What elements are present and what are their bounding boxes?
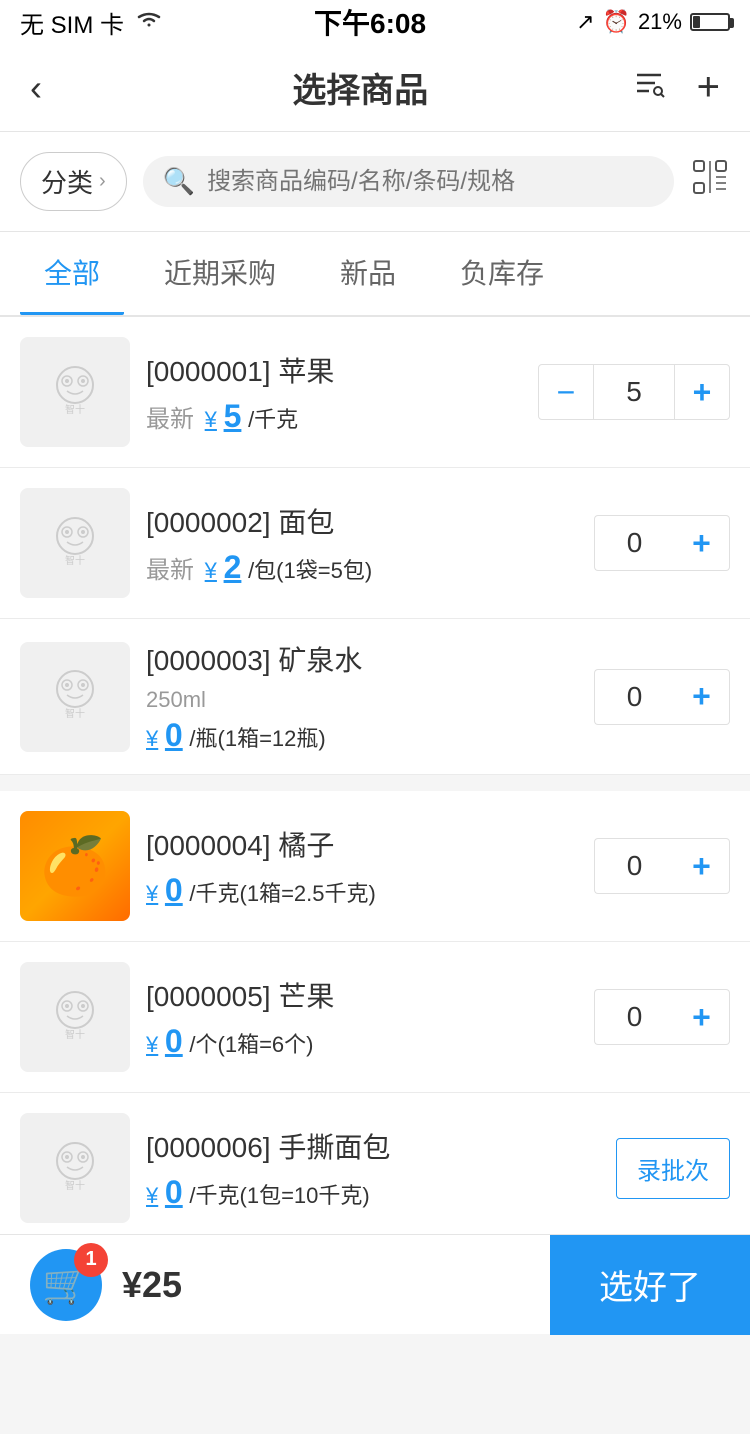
search-box: 🔍 [143,156,674,207]
placeholder-icon: 智十 [45,661,105,732]
product-info-p5: [0000005] 芒果 ¥ 0 /个(1箱=6个) [146,975,578,1060]
confirm-button[interactable]: 选好了 [550,1235,750,1335]
category-label: 分类 [41,163,93,200]
add-button[interactable]: + [697,65,720,110]
svg-text:智十: 智十 [65,554,85,567]
quantity-display: 0 [594,989,674,1045]
status-right: ↗ ⏰ 21% [576,9,730,35]
placeholder-icon: 智十 [45,982,105,1053]
svg-text:智十: 智十 [65,403,85,416]
tab-recent[interactable]: 近期采购 [140,232,300,315]
product-info-p6: [0000006] 手撕面包 ¥ 0 /千克(1包=10千克) [146,1126,600,1211]
quantity-input[interactable] [594,364,674,420]
battery-text: 21% [638,9,682,35]
product-image-p3: 智十 [20,642,130,752]
increment-button[interactable]: + [674,838,730,894]
cart-badge: 1 [74,1243,108,1277]
tab-recent-label: 近期采购 [164,258,276,289]
product-image-p5: 智十 [20,962,130,1072]
page-title: 选择商品 [292,63,428,112]
product-image-p1: 智十 [20,337,130,447]
product-price: 最新 ¥ 2 /包(1袋=5包) [146,549,578,586]
svg-text:智十: 智十 [65,707,85,720]
quantity-control-p4: 0 + [594,838,730,894]
product-info-p3: [0000003] 矿泉水 250ml ¥ 0 /瓶(1箱=12瓶) [146,639,578,754]
product-info-p4: [0000004] 橘子 ¥ 0 /千克(1箱=2.5千克) [146,824,578,909]
product-spec: 250ml [146,687,578,713]
product-price: 最新 ¥ 5 /千克 [146,398,522,435]
back-button[interactable]: ‹ [30,67,90,109]
status-bar: 无 SIM 卡 下午6:08 ↗ ⏰ 21% [0,0,750,44]
section-divider [0,775,750,791]
product-price: ¥ 0 /个(1箱=6个) [146,1023,578,1060]
svg-text:智十: 智十 [65,1028,85,1041]
tab-all[interactable]: 全部 [20,232,124,315]
battery-icon [690,13,730,31]
tab-new-label: 新品 [340,258,396,289]
product-price: ¥ 0 /千克(1包=10千克) [146,1174,600,1211]
quantity-control-p3: 0 + [594,669,730,725]
tab-new[interactable]: 新品 [316,232,420,315]
cart-area: 🛒 1 ¥25 [0,1249,550,1321]
increment-button[interactable]: + [674,989,730,1045]
increment-button[interactable]: + [674,515,730,571]
nav-bar: ‹ 选择商品 + [0,44,750,132]
product-price: ¥ 0 /千克(1箱=2.5千克) [146,872,578,909]
batch-button[interactable]: 录批次 [616,1138,730,1199]
list-item: 智十 [0000001] 苹果 最新 ¥ 5 /千克 − + [0,317,750,468]
product-name: [0000003] 矿泉水 [146,639,578,679]
list-item: 智十 [0000003] 矿泉水 250ml ¥ 0 /瓶(1箱=12瓶) 0 … [0,619,750,775]
status-time: 下午6:08 [314,2,426,42]
search-icon: 🔍 [163,166,195,197]
location-icon: ↗ [576,9,594,35]
quantity-display: 0 [594,669,674,725]
product-name: [0000006] 手撕面包 [146,1126,600,1166]
cart-total: ¥25 [122,1264,182,1306]
placeholder-icon: 智十 [45,357,105,428]
placeholder-icon: 智十 [45,508,105,579]
list-item: 智十 [0000006] 手撕面包 ¥ 0 /千克(1包=10千克) 录批次 [0,1093,750,1244]
product-name: [0000001] 苹果 [146,350,522,390]
svg-text:智十: 智十 [65,1179,85,1192]
list-item: 智十 [0000002] 面包 最新 ¥ 2 /包(1袋=5包) 0 + [0,468,750,619]
quantity-control-p2: 0 + [594,515,730,571]
product-name: [0000004] 橘子 [146,824,578,864]
product-image-p2: 智十 [20,488,130,598]
tab-negative-label: 负库存 [460,258,544,289]
filter-icon[interactable] [631,65,667,110]
status-left: 无 SIM 卡 [20,5,164,40]
product-price: ¥ 0 /瓶(1箱=12瓶) [146,717,578,754]
tab-bar: 全部 近期采购 新品 负库存 [0,232,750,317]
list-item: 智十 [0000005] 芒果 ¥ 0 /个(1箱=6个) 0 + [0,942,750,1093]
carrier-text: 无 SIM 卡 [20,5,124,40]
tab-all-label: 全部 [44,258,100,289]
product-name: [0000002] 面包 [146,501,578,541]
quantity-control-p1: − + [538,364,730,420]
product-name: [0000005] 芒果 [146,975,578,1015]
product-image-p4: 🍊 [20,811,130,921]
quantity-display: 0 [594,515,674,571]
quantity-display: 0 [594,838,674,894]
increment-button[interactable]: + [674,669,730,725]
tab-negative[interactable]: 负库存 [436,232,568,315]
nav-actions: + [631,65,720,110]
placeholder-icon: 智十 [45,1133,105,1204]
search-input[interactable] [207,168,654,196]
product-image-p6: 智十 [20,1113,130,1223]
list-item: 🍊 [0000004] 橘子 ¥ 0 /千克(1箱=2.5千克) 0 + [0,791,750,942]
decrement-button[interactable]: − [538,364,594,420]
scan-icon[interactable] [690,157,730,206]
cart-button[interactable]: 🛒 1 [30,1249,102,1321]
filter-row: 分类 › 🔍 [0,132,750,232]
bottom-bar: 🛒 1 ¥25 选好了 [0,1234,750,1334]
category-button[interactable]: 分类 › [20,152,127,211]
wifi-icon [134,8,164,36]
product-info-p2: [0000002] 面包 最新 ¥ 2 /包(1袋=5包) [146,501,578,586]
alarm-icon: ⏰ [603,9,630,35]
increment-button[interactable]: + [674,364,730,420]
product-info-p1: [0000001] 苹果 最新 ¥ 5 /千克 [146,350,522,435]
quantity-control-p5: 0 + [594,989,730,1045]
chevron-right-icon: › [99,170,106,193]
